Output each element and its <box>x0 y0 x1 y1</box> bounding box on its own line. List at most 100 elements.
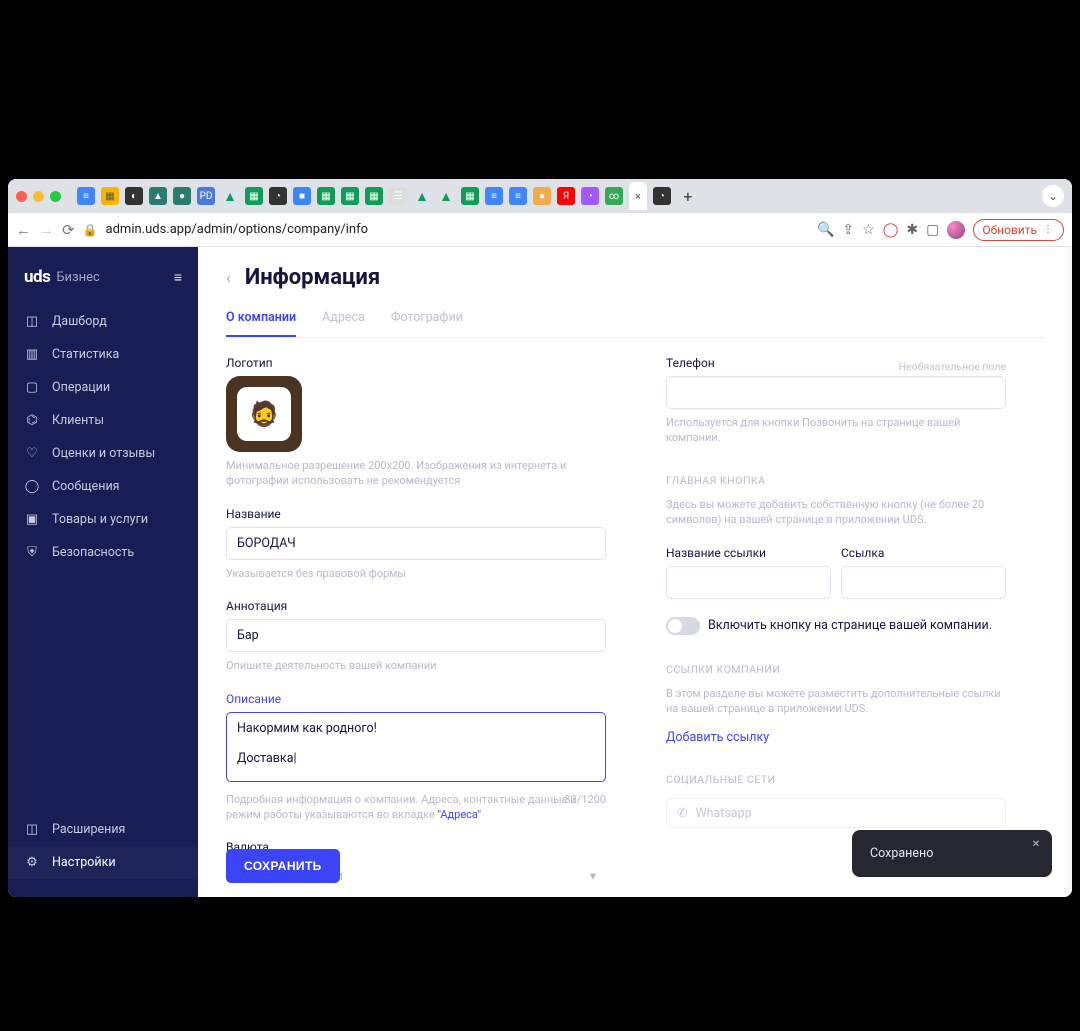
name-label: Название <box>226 507 606 521</box>
grid-icon: ◫ <box>24 314 40 329</box>
tab-icon[interactable]: ▦ <box>365 187 383 205</box>
phone-hint: Используется для кнопки Позвонить на стр… <box>666 415 1006 446</box>
save-button[interactable]: СОХРАНИТЬ <box>226 849 340 883</box>
sidebar-item-clients[interactable]: ⌬Клиенты <box>8 404 198 437</box>
share-icon[interactable]: ⇪ <box>842 222 854 238</box>
tab-icon[interactable]: ∞ <box>605 187 623 205</box>
gear-icon: ⚙ <box>24 855 40 870</box>
minimize-window-button[interactable] <box>33 191 44 202</box>
tab-icon[interactable]: ≡ <box>77 187 95 205</box>
chart-icon: ▥ <box>24 347 40 362</box>
tab-icon[interactable]: ☰ <box>389 187 407 205</box>
logo-image: 🧔 <box>237 387 291 441</box>
tabs-overflow-button[interactable]: ⌄ <box>1042 185 1064 207</box>
sidebar-item-statistics[interactable]: ▥Статистика <box>8 338 198 371</box>
tab-icon[interactable]: ▦ <box>317 187 335 205</box>
social-title: СОЦИАЛЬНЫЕ СЕТИ <box>666 773 1006 786</box>
tab-icon[interactable]: PD <box>197 187 215 205</box>
search-icon[interactable]: 🔍 <box>817 222 834 238</box>
linkurl-label: Ссылка <box>841 546 1006 560</box>
sidebar-item-dashboard[interactable]: ◫Дашборд <box>8 305 198 338</box>
sidebar-menu: ◫Дашборд ▥Статистика ▢Операции ⌬Клиенты … <box>8 305 198 569</box>
tab-icon[interactable]: ▦ <box>245 187 263 205</box>
brand-sub: Бизнес <box>56 270 100 285</box>
doc-icon: ▢ <box>24 380 40 395</box>
forward-button[interactable]: → <box>39 221 54 239</box>
description-counter: 33/1200 <box>564 792 606 807</box>
addresses-link[interactable]: "Адреса" <box>437 808 481 821</box>
back-button[interactable]: ← <box>16 221 31 239</box>
profile-avatar[interactable] <box>947 221 965 239</box>
tab-about[interactable]: О компании <box>226 304 296 337</box>
tab-icon[interactable]: ≡ <box>485 187 503 205</box>
sidebar-item-reviews[interactable]: ♡Оценки и отзывы <box>8 437 198 470</box>
window-controls <box>16 191 61 202</box>
tab-icon[interactable]: ▲ <box>221 187 239 205</box>
sidebar-item-security[interactable]: ⛨Безопасность <box>8 536 198 569</box>
update-button[interactable]: Обновить⋮ <box>973 219 1064 241</box>
logo-label: Логотип <box>226 356 606 370</box>
tab-icon[interactable]: ▦ <box>341 187 359 205</box>
add-link-button[interactable]: Добавить ссылку <box>666 730 1006 745</box>
sidebar-item-operations[interactable]: ▢Операции <box>8 371 198 404</box>
maximize-window-button[interactable] <box>50 191 61 202</box>
lock-icon[interactable]: 🔒 <box>83 223 98 237</box>
tab-icon[interactable]: ◔ <box>269 187 287 205</box>
logo-hint: Минимальное разрешение 200x200. Изображе… <box>226 458 606 489</box>
chat-icon: ◯ <box>24 479 40 494</box>
sidebar-item-products[interactable]: ▣Товары и услуги <box>8 503 198 536</box>
extension-icon[interactable]: ◯ <box>883 222 899 238</box>
address-bar[interactable]: admin.uds.app/admin/options/company/info <box>106 222 809 237</box>
phone-input[interactable] <box>666 376 1006 409</box>
back-link[interactable]: ‹ <box>226 268 231 287</box>
tab-icon[interactable]: ▲ <box>413 187 431 205</box>
mainbtn-title: ГЛАВНАЯ КНОПКА <box>666 474 1006 487</box>
sidebar-item-extensions[interactable]: ◫Расширения <box>8 813 198 846</box>
panel-icon[interactable]: ▢ <box>926 222 939 238</box>
name-input[interactable] <box>226 527 606 560</box>
tab-icon[interactable]: ▲ <box>437 187 455 205</box>
sidebar-item-settings[interactable]: ⚙Настройки <box>8 846 198 879</box>
extensions-button[interactable]: ✱ <box>906 222 918 238</box>
linkname-label: Название ссылки <box>666 546 831 560</box>
tab-icon[interactable]: ◐ <box>125 187 143 205</box>
toggle-label: Включить кнопку на странице вашей компан… <box>708 617 992 635</box>
new-tab-button[interactable]: + <box>677 185 699 207</box>
close-window-button[interactable] <box>16 191 27 202</box>
brand: uds Бизнес ≡ <box>8 255 198 305</box>
whatsapp-icon: ✆ <box>677 805 687 821</box>
linkurl-input[interactable] <box>841 566 1006 599</box>
name-hint: Указывается без правовой формы <box>226 566 606 581</box>
tab-icon[interactable]: ◔ <box>653 187 671 205</box>
users-icon: ⌬ <box>24 413 40 428</box>
tab-photos[interactable]: Фотографии <box>391 304 463 337</box>
collapse-sidebar-button[interactable]: ≡ <box>174 269 182 286</box>
annotation-label: Аннотация <box>226 599 606 613</box>
company-logo[interactable]: 🧔 <box>226 376 302 452</box>
tab-addresses[interactable]: Адреса <box>322 304 365 337</box>
annotation-input[interactable] <box>226 619 606 652</box>
tab-icon[interactable]: Я <box>557 187 575 205</box>
tab-icon[interactable]: ▦ <box>461 187 479 205</box>
bookmark-icon[interactable]: ☆ <box>862 222 875 238</box>
reload-button[interactable]: ⟳ <box>62 221 75 239</box>
tab-icon[interactable]: ● <box>533 187 551 205</box>
social-item-whatsapp[interactable]: ✆ Whatsapp <box>666 798 1006 828</box>
tab-icon[interactable]: ▲ <box>149 187 167 205</box>
right-column: Телефон Необязательное поле Используется… <box>666 356 1006 897</box>
phone-label: Телефон <box>666 356 715 370</box>
tab-icon[interactable]: ■ <box>293 187 311 205</box>
tab-icon[interactable]: ◔ <box>581 187 599 205</box>
enable-button-toggle[interactable] <box>666 617 700 635</box>
active-tab[interactable]: × <box>629 182 647 210</box>
chevron-down-icon: ▾ <box>590 868 596 884</box>
tab-icon[interactable]: ● <box>173 187 191 205</box>
tab-icon[interactable]: ≡ <box>509 187 527 205</box>
description-textarea[interactable] <box>226 712 606 782</box>
tab-icon[interactable]: ▦ <box>101 187 119 205</box>
close-tab-icon[interactable]: × <box>635 190 641 203</box>
browser-window: ≡ ▦ ◐ ▲ ● PD ▲ ▦ ◔ ■ ▦ ▦ ▦ ☰ ▲ ▲ ▦ ≡ ≡ ●… <box>8 179 1072 897</box>
sidebar-item-messages[interactable]: ◯Сообщения <box>8 470 198 503</box>
linkname-input[interactable] <box>666 566 831 599</box>
toast-close-button[interactable]: ✕ <box>1028 836 1044 852</box>
